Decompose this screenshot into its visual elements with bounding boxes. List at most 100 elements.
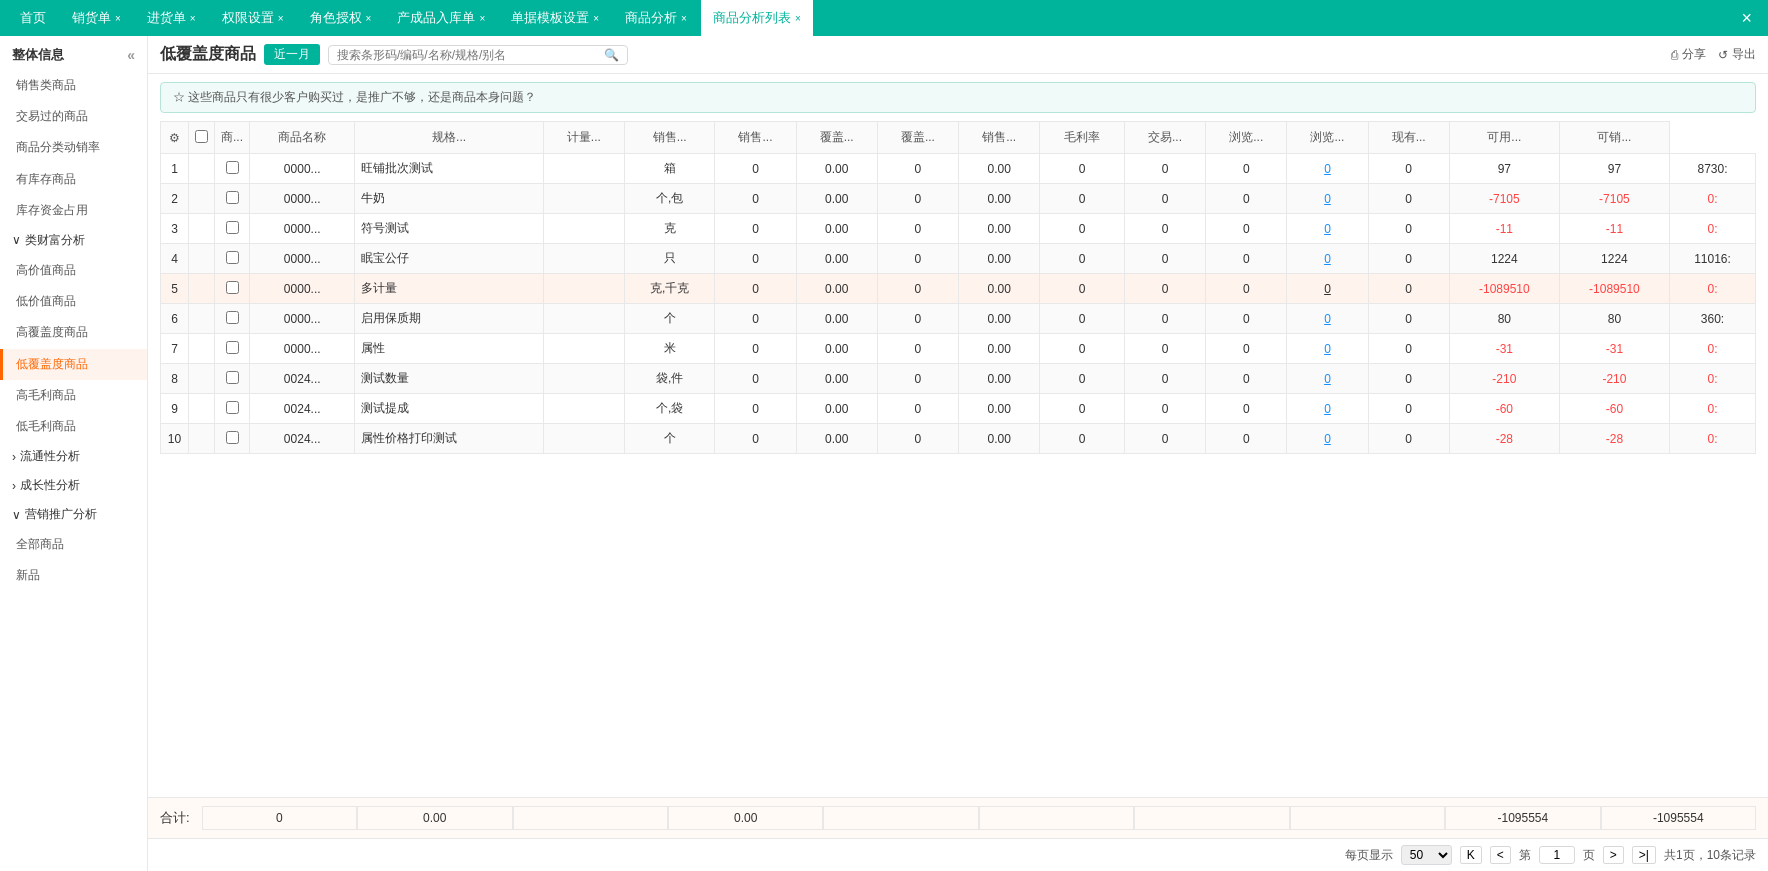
- col-stock[interactable]: 现有...: [1368, 122, 1449, 154]
- col-sale3[interactable]: 销售...: [959, 122, 1040, 154]
- select-all-checkbox[interactable]: [195, 130, 208, 143]
- search-input[interactable]: [337, 48, 600, 62]
- sidebar-item-low-coverage[interactable]: 低覆盖度商品: [0, 349, 147, 380]
- cell-checkbox[interactable]: [215, 214, 250, 244]
- col-browse2[interactable]: 浏览...: [1287, 122, 1368, 154]
- cell-browse1[interactable]: 0: [1287, 274, 1368, 304]
- nav-sales[interactable]: 销货单 ×: [60, 0, 133, 36]
- cell-browse1[interactable]: 0: [1287, 394, 1368, 424]
- sidebar-item-low-value[interactable]: 低价值商品: [0, 286, 147, 317]
- cell-browse1[interactable]: 0: [1287, 334, 1368, 364]
- sidebar-item-category-rate[interactable]: 商品分类动销率: [0, 132, 147, 163]
- sidebar-item-low-margin[interactable]: 低毛利商品: [0, 411, 147, 442]
- nav-close-product-analysis-list[interactable]: ×: [795, 13, 801, 24]
- cell-checkbox[interactable]: [215, 304, 250, 334]
- cell-checkbox[interactable]: [215, 154, 250, 184]
- row-checkbox[interactable]: [226, 221, 239, 234]
- col-code[interactable]: 商...: [215, 122, 250, 154]
- cell-checkbox[interactable]: [215, 334, 250, 364]
- nav-purchase[interactable]: 进货单 ×: [135, 0, 208, 36]
- nav-close-purchase[interactable]: ×: [190, 13, 196, 24]
- row-checkbox[interactable]: [226, 371, 239, 384]
- cell-code: 0000...: [250, 334, 355, 364]
- nav-close-template[interactable]: ×: [593, 13, 599, 24]
- nav-product-analysis[interactable]: 商品分析 ×: [613, 0, 699, 36]
- col-margin[interactable]: 毛利率: [1040, 122, 1125, 154]
- sidebar-group-variety[interactable]: ∨ 类财富分析: [0, 226, 147, 255]
- nav-close-all[interactable]: ×: [1733, 8, 1760, 29]
- nav-close-sales[interactable]: ×: [115, 13, 121, 24]
- cell-browse1[interactable]: 0: [1287, 154, 1368, 184]
- col-checkbox[interactable]: [189, 122, 215, 154]
- sidebar-collapse-btn[interactable]: «: [127, 47, 135, 63]
- col-name[interactable]: 商品名称: [250, 122, 355, 154]
- cell-checkbox[interactable]: [215, 244, 250, 274]
- row-checkbox[interactable]: [226, 281, 239, 294]
- prev-page-btn[interactable]: <: [1490, 846, 1511, 864]
- nav-role[interactable]: 角色授权 ×: [298, 0, 384, 36]
- row-checkbox[interactable]: [226, 401, 239, 414]
- nav-template[interactable]: 单据模板设置 ×: [499, 0, 611, 36]
- col-available[interactable]: 可用...: [1449, 122, 1559, 154]
- sidebar-group-flow[interactable]: › 流通性分析: [0, 442, 147, 471]
- total-label: 合计:: [160, 809, 190, 827]
- nav-close-product-analysis[interactable]: ×: [681, 13, 687, 24]
- cell-checkbox[interactable]: [215, 274, 250, 304]
- nav-product-in[interactable]: 产成品入库单 ×: [385, 0, 497, 36]
- cell-browse1[interactable]: 0: [1287, 364, 1368, 394]
- cell-num: 2: [161, 184, 189, 214]
- col-sale-amt[interactable]: 销售...: [715, 122, 796, 154]
- search-icon[interactable]: 🔍: [604, 48, 619, 62]
- row-checkbox[interactable]: [226, 431, 239, 444]
- last-page-btn[interactable]: >|: [1632, 846, 1656, 864]
- first-page-btn[interactable]: K: [1460, 846, 1482, 864]
- nav-product-analysis-list[interactable]: 商品分析列表 ×: [701, 0, 813, 36]
- col-cover2[interactable]: 覆盖...: [877, 122, 958, 154]
- current-page-input[interactable]: [1539, 846, 1575, 864]
- col-settings[interactable]: ⚙: [161, 122, 189, 154]
- row-checkbox[interactable]: [226, 341, 239, 354]
- sidebar-item-traded-goods[interactable]: 交易过的商品: [0, 101, 147, 132]
- sidebar-item-high-coverage[interactable]: 高覆盖度商品: [0, 317, 147, 348]
- sidebar-item-new-goods[interactable]: 新品: [0, 560, 147, 591]
- nav-home[interactable]: 首页: [8, 0, 58, 36]
- cell-name: 牛奶: [355, 184, 543, 214]
- export-btn[interactable]: ↺ 导出: [1718, 46, 1756, 63]
- row-checkbox[interactable]: [226, 191, 239, 204]
- nav-close-product-in[interactable]: ×: [479, 13, 485, 24]
- cell-browse1[interactable]: 0: [1287, 424, 1368, 454]
- col-trade[interactable]: 交易...: [1124, 122, 1205, 154]
- cell-checkbox[interactable]: [215, 424, 250, 454]
- nav-permission[interactable]: 权限设置 ×: [210, 0, 296, 36]
- sidebar-item-high-margin[interactable]: 高毛利商品: [0, 380, 147, 411]
- sidebar-item-all-goods[interactable]: 全部商品: [0, 529, 147, 560]
- sidebar-item-high-value[interactable]: 高价值商品: [0, 255, 147, 286]
- col-sale-qty[interactable]: 销售...: [624, 122, 714, 154]
- cell-browse1[interactable]: 0: [1287, 184, 1368, 214]
- cell-checkbox[interactable]: [215, 184, 250, 214]
- row-checkbox[interactable]: [226, 161, 239, 174]
- cell-checkbox[interactable]: [215, 394, 250, 424]
- cell-browse1[interactable]: 0: [1287, 244, 1368, 274]
- row-checkbox[interactable]: [226, 251, 239, 264]
- sidebar-group-growth[interactable]: › 成长性分析: [0, 471, 147, 500]
- cell-browse1[interactable]: 0: [1287, 214, 1368, 244]
- col-sellable[interactable]: 可销...: [1559, 122, 1669, 154]
- cell-checkbox[interactable]: [215, 364, 250, 394]
- sidebar-item-sales-goods[interactable]: 销售类商品: [0, 70, 147, 101]
- sidebar-item-in-stock[interactable]: 有库存商品: [0, 164, 147, 195]
- next-page-btn[interactable]: >: [1603, 846, 1624, 864]
- cell-browse1[interactable]: 0: [1287, 304, 1368, 334]
- col-spec[interactable]: 规格...: [355, 122, 543, 154]
- sidebar-item-stock-capital[interactable]: 库存资金占用: [0, 195, 147, 226]
- nav-close-permission[interactable]: ×: [278, 13, 284, 24]
- col-unit[interactable]: 计量...: [543, 122, 624, 154]
- nav-close-role[interactable]: ×: [366, 13, 372, 24]
- time-filter-btn[interactable]: 近一月: [264, 44, 320, 65]
- col-browse1[interactable]: 浏览...: [1206, 122, 1287, 154]
- share-btn[interactable]: ⎙ 分享: [1671, 46, 1706, 63]
- sidebar-group-marketing[interactable]: ∨ 营销推广分析: [0, 500, 147, 529]
- row-checkbox[interactable]: [226, 311, 239, 324]
- col-cover1[interactable]: 覆盖...: [796, 122, 877, 154]
- page-size-select[interactable]: 50 100 200: [1401, 845, 1452, 865]
